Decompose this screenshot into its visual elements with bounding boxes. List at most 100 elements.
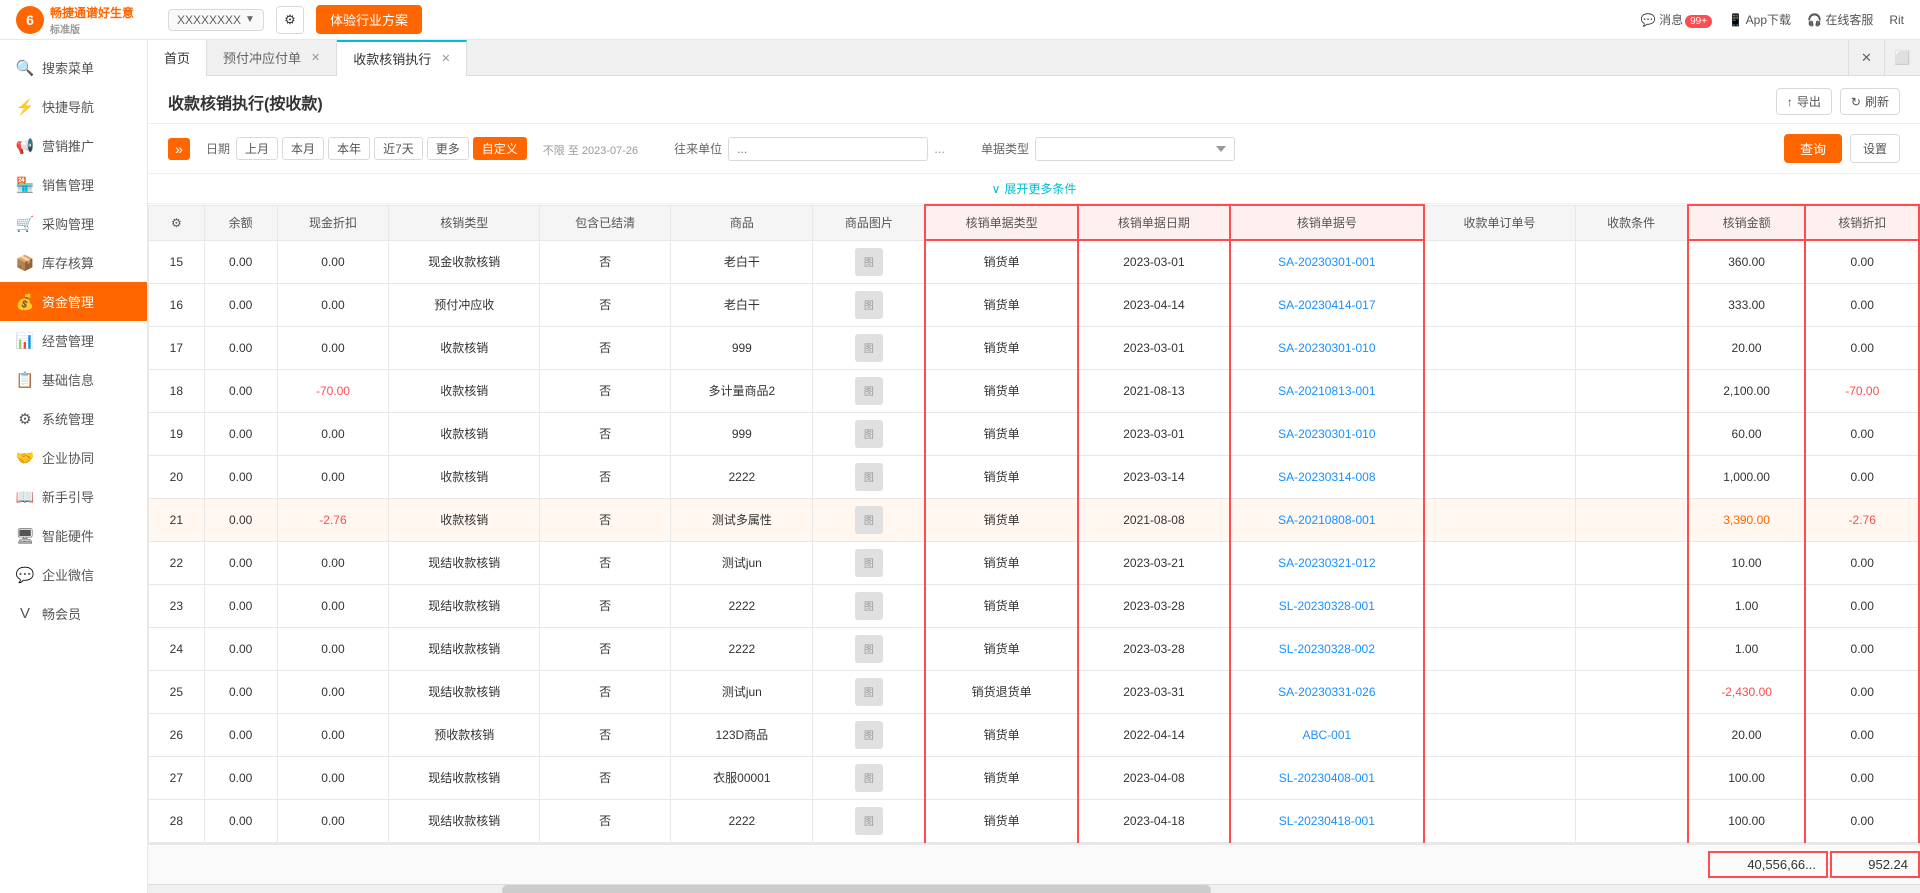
bill-no-link[interactable]: SA-20230301-010 [1278,427,1375,441]
bill-no-link[interactable]: SL-20230408-001 [1279,771,1375,785]
cell-product-img: 图 [813,756,926,799]
company-selector[interactable]: XXXXXXXX ▼ [168,9,264,31]
cell-receipt-condition [1575,670,1688,713]
cell-write-off-bill-no[interactable]: SA-20230301-001 [1230,240,1423,283]
cell-write-off-bill-type: 销货单 [925,326,1077,369]
cell-receipt-condition [1575,627,1688,670]
bill-no-link[interactable]: SA-20230331-026 [1278,685,1375,699]
bill-no-link[interactable]: SA-20230321-012 [1278,556,1375,570]
cell-product-img: 图 [813,369,926,412]
cell-write-off-bill-no[interactable]: SL-20230328-002 [1230,627,1423,670]
cell-receipt-condition [1575,713,1688,756]
partner-input[interactable] [728,137,928,161]
bill-no-link[interactable]: SA-20210808-001 [1278,513,1375,527]
filter-expand-button[interactable]: » [168,138,190,160]
date-label: 日期 [206,140,230,157]
cell-write-off-bill-no[interactable]: SL-20230408-001 [1230,756,1423,799]
export-button[interactable]: ↑ 导出 [1776,88,1832,115]
sidebar-item-finance[interactable]: 💰 资金管理 [0,282,147,321]
query-button[interactable]: 查询 [1784,134,1842,163]
bill-no-link[interactable]: SA-20230414-017 [1278,298,1375,312]
sidebar-label-marketing: 营销推广 [42,136,94,155]
sidebar-item-wechat[interactable]: 💬 企业微信 [0,555,147,594]
cell-balance: 0.00 [204,326,277,369]
cell-write-off-bill-type: 销货单 [925,455,1077,498]
cell-write-off-bill-no[interactable]: ABC-001 [1230,713,1423,756]
gear-button[interactable]: ⚙ [276,6,304,34]
sidebar-label-sales: 销售管理 [42,175,94,194]
cell-write-off-bill-no[interactable]: SA-20230301-010 [1230,412,1423,455]
cell-write-off-bill-no[interactable]: SA-20230314-008 [1230,455,1423,498]
bill-no-link[interactable]: SA-20230301-010 [1278,341,1375,355]
date-custom[interactable]: 自定义 [473,137,527,160]
cell-receipt-condition [1575,756,1688,799]
cell-balance: 0.00 [204,283,277,326]
cell-write-off-bill-no[interactable]: SA-20230321-012 [1230,541,1423,584]
sidebar-item-quick[interactable]: ⚡ 快捷导航 [0,87,147,126]
sidebar-item-business[interactable]: 📊 经营管理 [0,321,147,360]
cell-include-settled: 否 [540,799,671,842]
scrollbar-thumb[interactable] [502,885,1211,893]
cell-receipt-order-no [1424,799,1576,842]
refresh-button[interactable]: ↻ 刷新 [1840,88,1900,115]
tab-receive[interactable]: 收款核销执行 ✕ [337,40,467,76]
cell-write-off-bill-type: 销货单 [925,799,1077,842]
date-7days[interactable]: 近7天 [374,137,423,160]
tab-home[interactable]: 首页 [148,40,207,76]
sidebar-item-search[interactable]: 🔍 搜索菜单 [0,48,147,87]
sidebar-item-system[interactable]: ⚙ 系统管理 [0,399,147,438]
sidebar-item-inventory[interactable]: 📦 库存核算 [0,243,147,282]
cell-write-off-bill-no[interactable]: SA-20230301-010 [1230,326,1423,369]
sidebar-item-marketing[interactable]: 📢 营销推广 [0,126,147,165]
cell-write-off-bill-no[interactable]: SA-20230331-026 [1230,670,1423,713]
cell-include-settled: 否 [540,369,671,412]
tab-receive-close[interactable]: ✕ [441,52,450,65]
sidebar-label-member: 畅会员 [42,604,81,623]
sidebar-item-hardware[interactable]: 🖥 智能硬件 [0,516,147,555]
sidebar-item-member[interactable]: V 畅会员 [0,594,147,633]
cell-write-off-bill-no[interactable]: SA-20210808-001 [1230,498,1423,541]
sidebar-item-guide[interactable]: 📖 新手引导 [0,477,147,516]
cell-balance: 0.00 [204,369,277,412]
date-more[interactable]: 更多 [427,137,469,160]
bill-no-link[interactable]: SA-20230314-008 [1278,470,1375,484]
app-download-button[interactable]: 📱 App下载 [1728,11,1791,28]
date-this-year[interactable]: 本年 [328,137,370,160]
messages-button[interactable]: 💬 消息99+ [1641,11,1712,28]
expand-more-bar[interactable]: ∨ 展开更多条件 [148,174,1920,204]
cell-write-off-amount: 60.00 [1688,412,1806,455]
settings-button[interactable]: 设置 [1850,134,1900,163]
cell-id: 15 [149,240,205,283]
horizontal-scrollbar[interactable] [148,884,1920,893]
industry-button[interactable]: 体验行业方案 [316,5,422,34]
maximize-button[interactable]: ⬜ [1884,40,1920,76]
cell-write-off-type: 现结收款核销 [389,541,540,584]
cell-receipt-condition [1575,283,1688,326]
cell-write-off-bill-no[interactable]: SL-20230418-001 [1230,799,1423,842]
sidebar-item-collab[interactable]: 🤝 企业协同 [0,438,147,477]
voucher-type-select[interactable] [1035,137,1235,161]
tab-prepay-close[interactable]: ✕ [311,51,320,64]
cell-receipt-order-no [1424,326,1576,369]
col-receipt-order-no: 收款单订单号 [1424,205,1576,240]
cell-write-off-bill-no[interactable]: SL-20230328-001 [1230,584,1423,627]
sidebar-item-sales[interactable]: 🏪 销售管理 [0,165,147,204]
bill-no-link[interactable]: SL-20230328-002 [1279,642,1375,656]
col-receipt-condition: 收款条件 [1575,205,1688,240]
bill-no-link[interactable]: ABC-001 [1302,728,1351,742]
sidebar-item-purchase[interactable]: 🛒 采购管理 [0,204,147,243]
date-this-month[interactable]: 本月 [282,137,324,160]
tab-prepay[interactable]: 预付冲应付单 ✕ [207,40,337,76]
cell-write-off-bill-no[interactable]: SA-20210813-001 [1230,369,1423,412]
close-window-button[interactable]: ✕ [1848,40,1884,76]
col-gear[interactable]: ⚙ [149,205,205,240]
bill-no-link[interactable]: SL-20230328-001 [1279,599,1375,613]
sidebar-item-basic[interactable]: 📋 基础信息 [0,360,147,399]
bill-no-link[interactable]: SA-20210813-001 [1278,384,1375,398]
cell-balance: 0.00 [204,756,277,799]
cell-write-off-bill-no[interactable]: SA-20230414-017 [1230,283,1423,326]
online-service-button[interactable]: 🎧 在线客服 [1807,11,1873,28]
bill-no-link[interactable]: SL-20230418-001 [1279,814,1375,828]
bill-no-link[interactable]: SA-20230301-001 [1278,255,1375,269]
date-last-month[interactable]: 上月 [236,137,278,160]
